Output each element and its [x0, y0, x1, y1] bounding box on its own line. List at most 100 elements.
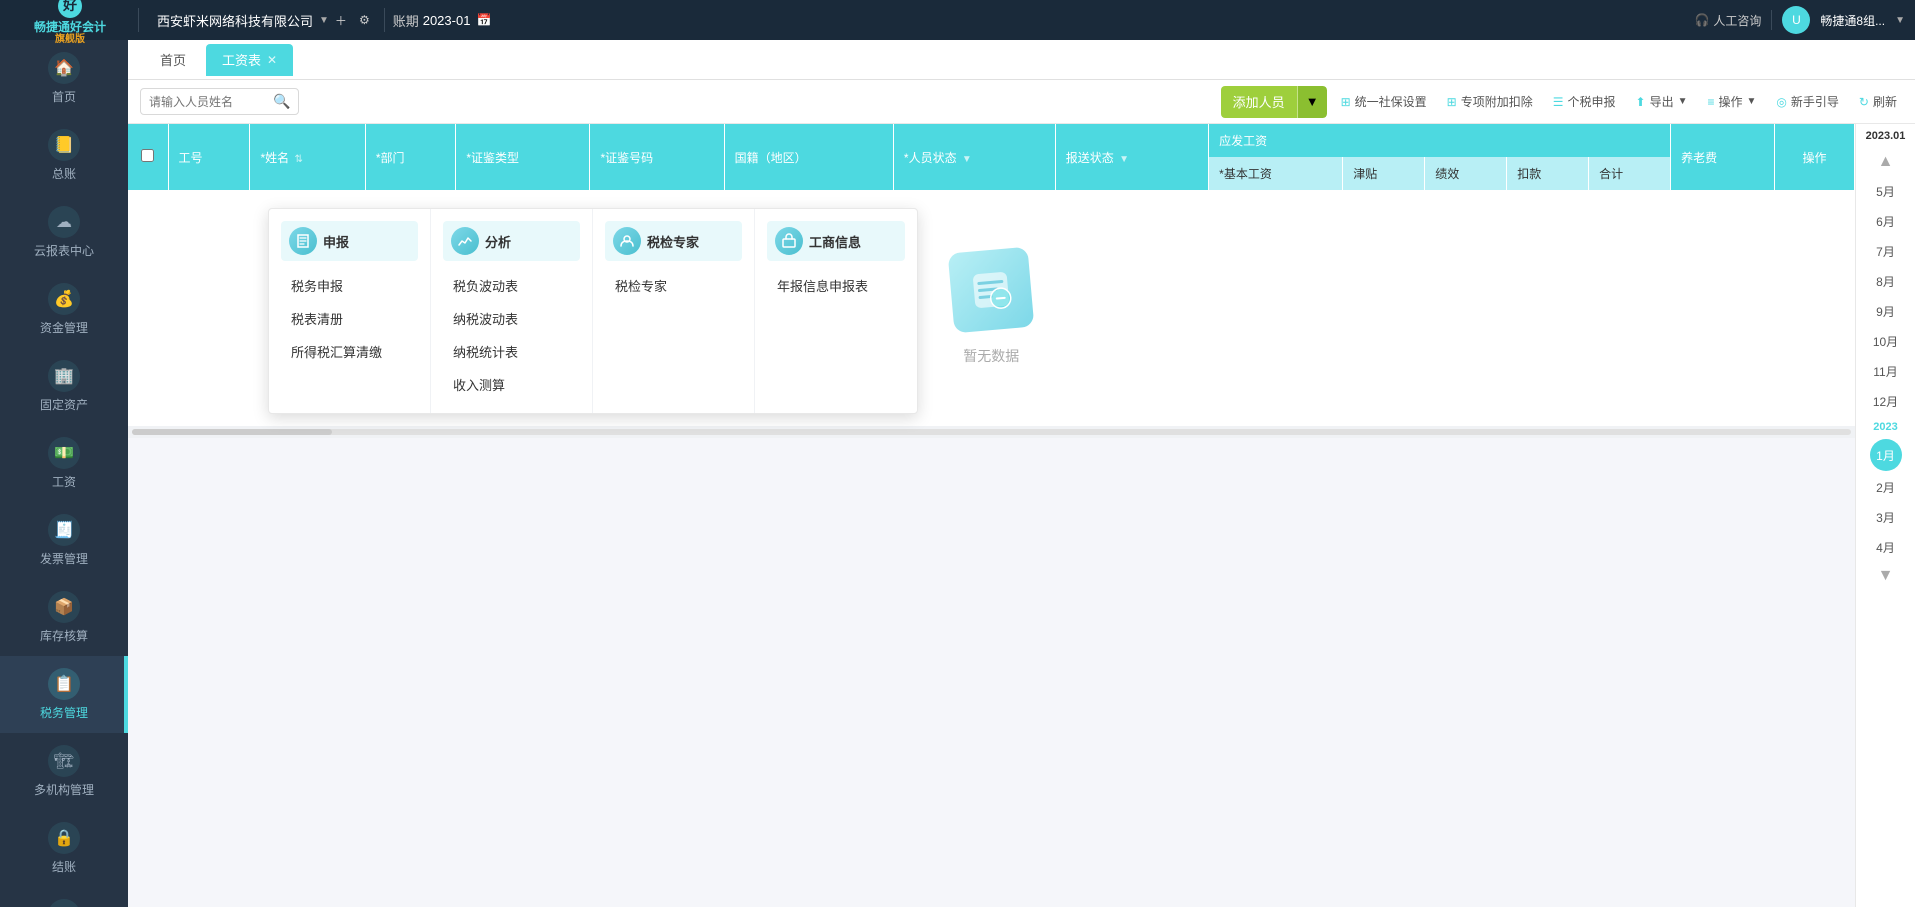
month-7[interactable]: 7月 — [1862, 237, 1910, 265]
guide-btn[interactable]: ◎ 新手引导 — [1770, 89, 1845, 114]
add-person-dropdown-btn[interactable]: ▼ — [1298, 86, 1327, 118]
sidebar-item-multi-org[interactable]: 🏗 多机构管理 — [0, 733, 128, 810]
sidebar-item-ledger[interactable]: 📒 总账 — [0, 117, 128, 194]
declaration-title: 申报 — [323, 232, 349, 251]
sidebar-item-cloud-report[interactable]: ☁ 云报表中心 — [0, 194, 128, 271]
th-action: 操作 — [1775, 124, 1855, 190]
calendar-header: 2023.01 — [1862, 124, 1910, 148]
th-id: 工号 — [168, 124, 250, 190]
th-region: 国籍（地区） — [724, 124, 893, 190]
dropdown-popup: 申报 税务申报 税表清册 所得税汇算清缴 — [268, 208, 918, 414]
menu-tax-wave[interactable]: 纳税波动表 — [443, 302, 580, 335]
menu-income-forecast[interactable]: 收入测算 — [443, 368, 580, 401]
search-input[interactable] — [149, 95, 269, 109]
individual-tax-btn[interactable]: ☰ 个税申报 — [1547, 89, 1622, 114]
sidebar-item-home[interactable]: 🏠 首页 — [0, 40, 128, 117]
th-pension: 养老费 — [1671, 124, 1775, 190]
add-company-btn[interactable]: ＋ — [329, 8, 353, 33]
export-btn[interactable]: ⬆ 导出 ▼ — [1630, 89, 1694, 114]
app-name: 畅捷通好会计 — [34, 20, 106, 34]
refresh-label: 刷新 — [1873, 93, 1897, 110]
user-dropdown-icon[interactable]: ▼ — [1895, 15, 1905, 26]
business-header: 工商信息 — [767, 221, 905, 261]
menu-income-tax[interactable]: 所得税汇算清缴 — [281, 335, 418, 368]
th-salary-group: 应发工资 — [1209, 124, 1671, 157]
special-deduction-btn[interactable]: ⊞ 专项附加扣除 — [1441, 89, 1539, 114]
avatar: U — [1782, 6, 1810, 34]
inventory-icon: 📦 — [48, 591, 80, 623]
individual-tax-label: 个税申报 — [1567, 93, 1615, 110]
sidebar-label-multi-org: 多机构管理 — [34, 781, 94, 798]
sidebar-item-asset[interactable]: 🏢 固定资产 — [0, 348, 128, 425]
tab-salary-table[interactable]: 工资表 ✕ — [206, 44, 293, 76]
tab-home-label: 首页 — [160, 50, 186, 69]
scroll-up-btn[interactable]: ▲ — [1872, 148, 1900, 176]
month-4[interactable]: 4月 — [1862, 533, 1910, 561]
month-10[interactable]: 10月 — [1862, 327, 1910, 355]
month-5[interactable]: 5月 — [1862, 177, 1910, 205]
sidebar-item-salary[interactable]: 💵 工资 — [0, 425, 128, 502]
social-security-btn[interactable]: ⊞ 统一社保设置 — [1335, 89, 1433, 114]
cloud-icon: ☁ — [48, 206, 80, 238]
month-11[interactable]: 11月 — [1862, 357, 1910, 385]
guide-btn-icon: ◎ — [1776, 95, 1786, 109]
sidebar-item-inventory[interactable]: 📦 库存核算 — [0, 579, 128, 656]
scroll-down-btn[interactable]: ▼ — [1872, 562, 1900, 590]
sidebar-item-tax[interactable]: 📋 税务管理 — [0, 656, 128, 733]
th-checkbox — [128, 124, 168, 190]
month-12[interactable]: 12月 — [1862, 387, 1910, 415]
calendar-btn[interactable]: 📅 — [470, 9, 497, 31]
menu-tax-stats[interactable]: 纳税统计表 — [443, 335, 580, 368]
multi-org-icon: 🏗 — [48, 745, 80, 777]
month-1-active[interactable]: 1月 — [1870, 439, 1902, 471]
add-person-main-btn[interactable]: 添加人员 — [1221, 86, 1298, 118]
company-selector[interactable]: 西安虾米网络科技有限公司 ▼ — [157, 11, 329, 30]
analysis-icon — [451, 227, 479, 255]
scroll-bar[interactable] — [128, 426, 1855, 438]
tab-bar: 首页 工资表 ✕ — [128, 40, 1915, 80]
logo-area: 好 畅捷通好会计 旗舰版 — [10, 0, 130, 46]
menu-tax-declaration[interactable]: 税务申报 — [281, 269, 418, 302]
refresh-icon: ↻ — [1859, 95, 1869, 109]
dropdown-col-analysis: 分析 税负波动表 纳税波动表 纳税统计表 收入测算 — [431, 209, 593, 413]
logo-icon: 好 — [58, 0, 82, 18]
sidebar-item-fund[interactable]: 💰 资金管理 — [0, 271, 128, 348]
divider1 — [138, 8, 139, 32]
menu-tax-burden[interactable]: 税负波动表 — [443, 269, 580, 302]
select-all-checkbox[interactable] — [141, 149, 154, 162]
month-3[interactable]: 3月 — [1862, 503, 1910, 531]
operation-btn[interactable]: ≡ 操作 ▼ — [1701, 89, 1762, 114]
analysis-header: 分析 — [443, 221, 580, 261]
th-performance: 绩效 — [1425, 157, 1507, 190]
menu-annual-report[interactable]: 年报信息申报表 — [767, 269, 905, 302]
tab-close-icon[interactable]: ✕ — [267, 53, 277, 67]
menu-tax-expert[interactable]: 税检专家 — [605, 269, 742, 302]
app-subtitle: 旗舰版 — [55, 34, 85, 46]
divider2 — [384, 8, 385, 32]
menu-tax-list[interactable]: 税表清册 — [281, 302, 418, 335]
th-name: *姓名 ⇅ — [250, 124, 365, 190]
th-id-type: *证鉴类型 — [456, 124, 590, 190]
close-period-icon: 🔒 — [48, 822, 80, 854]
month-6[interactable]: 6月 — [1862, 207, 1910, 235]
tab-home[interactable]: 首页 — [144, 44, 202, 76]
top-header: 好 畅捷通好会计 旗舰版 西安虾米网络科技有限公司 ▼ ＋ ⚙ 账期 2023-… — [0, 0, 1915, 40]
support-btn[interactable]: 🎧 人工咨询 — [1694, 12, 1761, 29]
sidebar-label-inventory: 库存核算 — [40, 627, 88, 644]
refresh-btn[interactable]: ↻ 刷新 — [1853, 89, 1903, 114]
sidebar-label-asset: 固定资产 — [40, 396, 88, 413]
sidebar-item-invoice[interactable]: 🧾 发票管理 — [0, 502, 128, 579]
sidebar-item-archive[interactable]: 📁 归档管理 — [0, 887, 128, 907]
add-person-btn[interactable]: 添加人员 ▼ — [1221, 86, 1327, 118]
sidebar: 🏠 首页 📒 总账 ☁ 云报表中心 💰 资金管理 🏢 固定资产 💵 工资 🧾 发… — [0, 40, 128, 907]
month-9[interactable]: 9月 — [1862, 297, 1910, 325]
month-8[interactable]: 8月 — [1862, 267, 1910, 295]
sidebar-item-close[interactable]: 🔒 结账 — [0, 810, 128, 887]
tax-expert-icon — [613, 227, 641, 255]
table-area: 工号 *姓名 ⇅ *部门 *证鉴类型 *证鉴号码 国籍（地区） *人员状态 ▼ … — [128, 124, 1915, 907]
deduction-label: 专项附加扣除 — [1461, 93, 1533, 110]
scroll-thumb[interactable] — [132, 429, 332, 435]
month-2[interactable]: 2月 — [1862, 473, 1910, 501]
settings-btn[interactable]: ⚙ — [353, 9, 376, 31]
th-report-status: 报送状态 ▼ — [1055, 124, 1208, 190]
